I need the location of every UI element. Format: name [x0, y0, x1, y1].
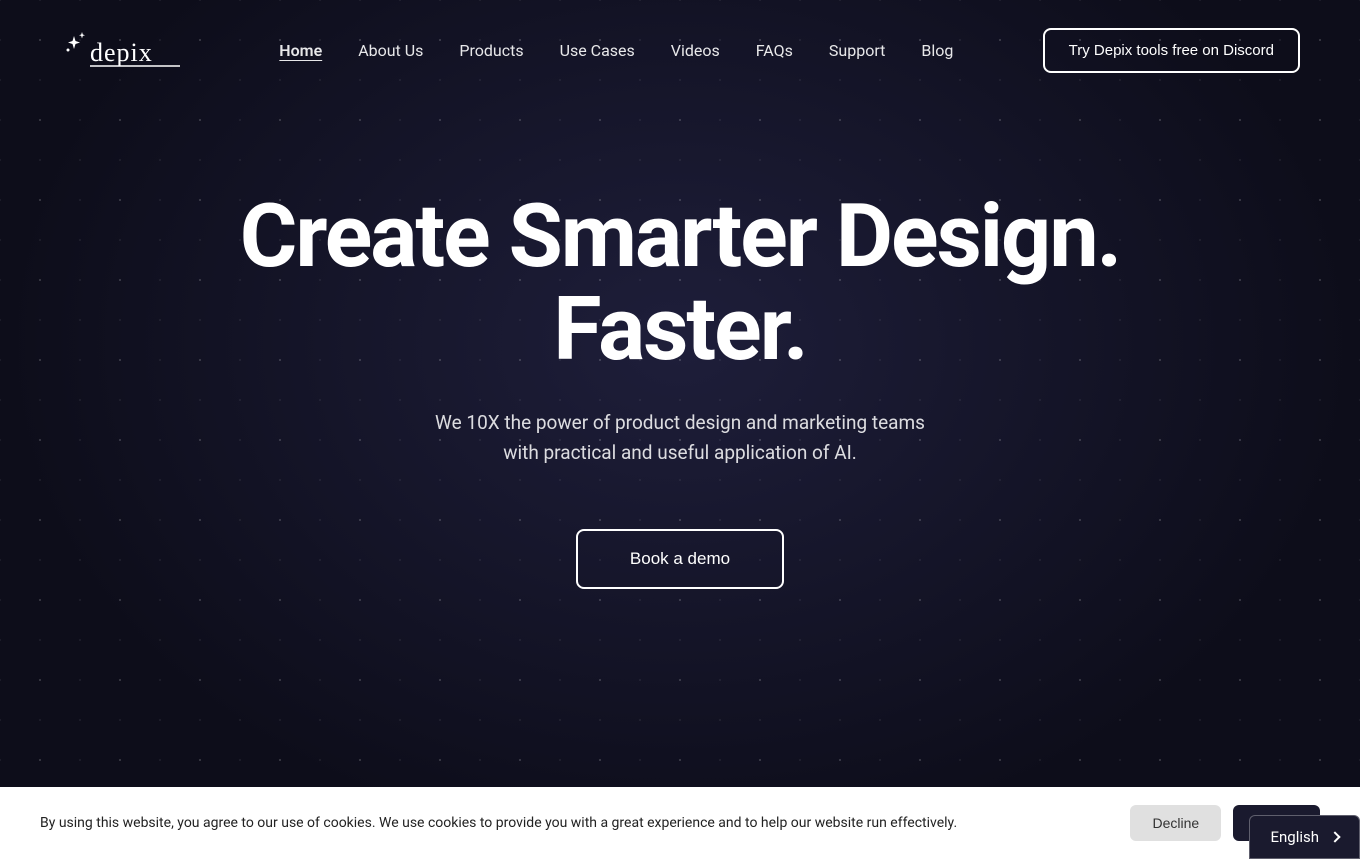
nav-products[interactable]: Products: [459, 41, 523, 60]
cookie-decline-button[interactable]: Decline: [1130, 805, 1221, 841]
hero-title-line2: Faster.: [553, 278, 806, 381]
nav-blog[interactable]: Blog: [921, 41, 953, 60]
chevron-right-icon: [1329, 831, 1340, 842]
hero-title-line1: Create Smarter Design.: [240, 185, 1120, 288]
logo-image: depix: [60, 23, 190, 78]
cookie-message: By using this website, you agree to our …: [40, 813, 1110, 834]
nav-about[interactable]: About Us: [358, 41, 423, 60]
nav-home[interactable]: Home: [279, 41, 322, 60]
nav-use-cases[interactable]: Use Cases: [560, 41, 635, 60]
nav-support[interactable]: Support: [829, 41, 885, 60]
site-header: depix Home About Us Products Use Cases V…: [0, 0, 1360, 100]
language-selector[interactable]: English: [1249, 815, 1360, 859]
hero-subtitle: We 10X the power of product design and m…: [420, 408, 940, 469]
nav-discord-cta[interactable]: Try Depix tools free on Discord: [1043, 28, 1300, 73]
hero-cta-button[interactable]: Book a demo: [576, 529, 784, 589]
nav-faqs[interactable]: FAQs: [756, 41, 793, 60]
language-label: English: [1270, 828, 1319, 846]
svg-text:depix: depix: [90, 38, 153, 67]
nav-videos[interactable]: Videos: [671, 41, 720, 60]
hero-title: Create Smarter Design. Faster.: [240, 191, 1120, 376]
hero-section: Create Smarter Design. Faster. We 10X th…: [0, 100, 1360, 660]
main-nav: Home About Us Products Use Cases Videos …: [279, 41, 953, 60]
cookie-banner: By using this website, you agree to our …: [0, 787, 1360, 859]
logo[interactable]: depix: [60, 23, 190, 78]
